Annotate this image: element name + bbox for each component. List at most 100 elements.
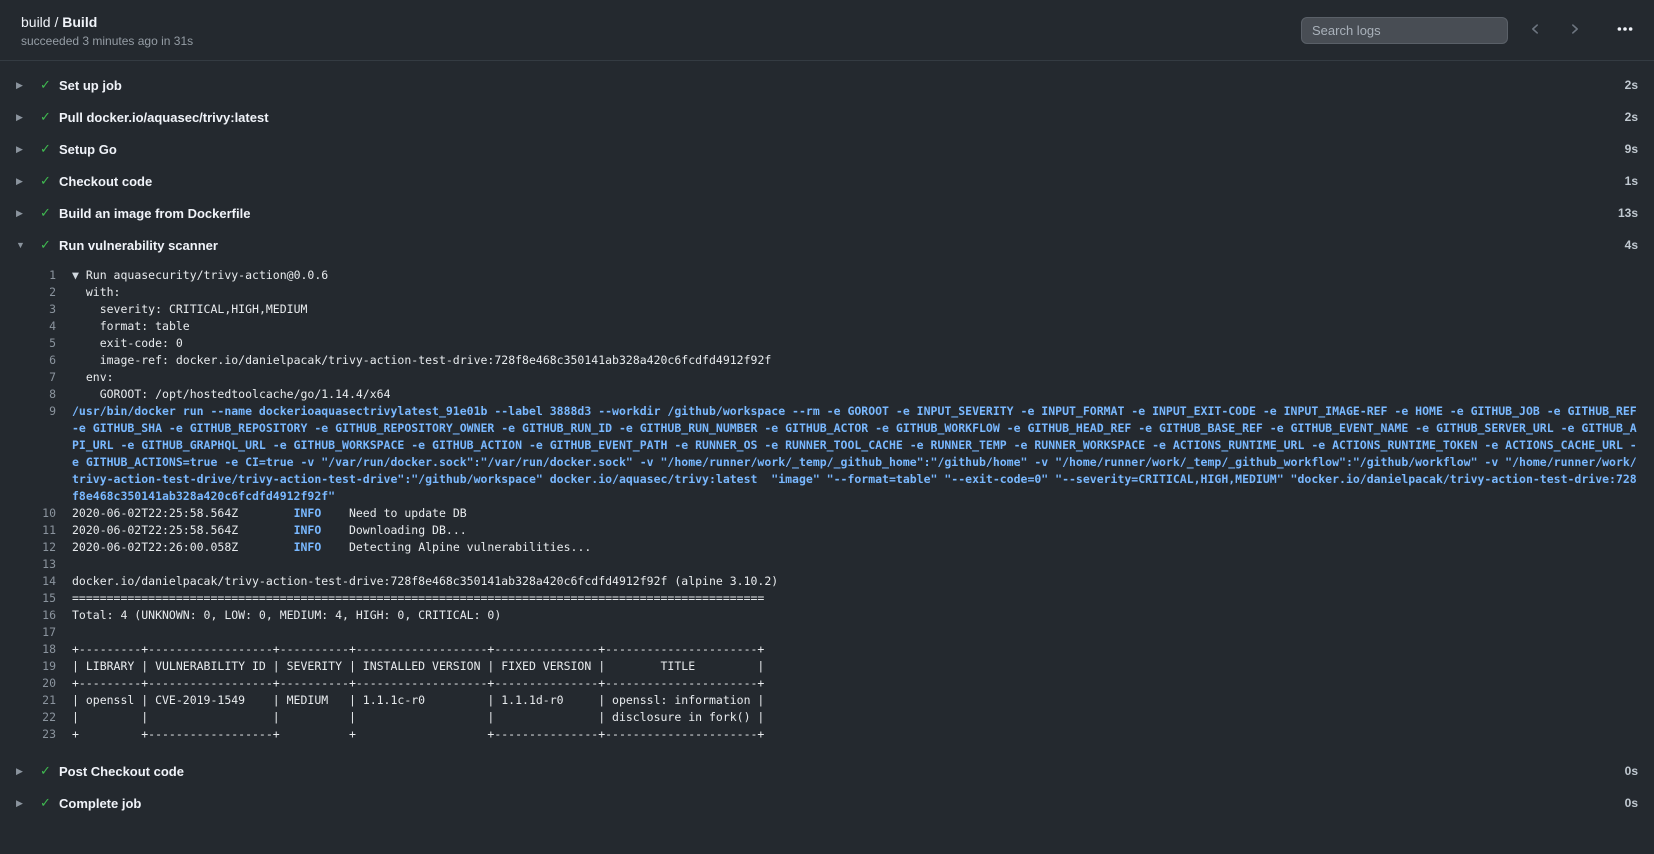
breadcrumb: build / Build (21, 13, 1301, 31)
chevron-right-icon[interactable]: ▶ (16, 208, 40, 219)
step-duration: 13s (1617, 206, 1638, 220)
log-line-text: exit-code: 0 (56, 335, 1654, 352)
log-line-number[interactable]: 5 (0, 335, 56, 352)
step-name[interactable]: Set up job (58, 78, 122, 93)
log-line-number[interactable]: 3 (0, 301, 56, 318)
log-line-number[interactable]: 6 (0, 352, 56, 369)
log-line-number[interactable]: 9 (0, 403, 56, 505)
step-row[interactable]: ▶ ✓ Set up job 2s (0, 69, 1654, 101)
success-check-icon: ✓ (40, 141, 51, 156)
log-line-text: with: (56, 284, 1654, 301)
steps-list: ▶ ✓ Set up job 2s ▶ ✓ Pull docker.io/aquasec/t… (0, 61, 1654, 819)
log-line: 12 2020-06-02T22:26:00.058Z INFO Detectin… (0, 539, 1654, 556)
log-line: 5 exit-code: 0 (0, 335, 1654, 352)
log-text: +---------+------------------+----------… (72, 642, 765, 656)
log-line: 4 format: table (0, 318, 1654, 335)
log-line-number[interactable]: 14 (0, 573, 56, 590)
log-text: Need to update DB (321, 506, 467, 520)
log-line: 1 ▼ Run aquasecurity/trivy-action@0.0.6 (0, 267, 1654, 284)
log-line-number[interactable]: 19 (0, 658, 56, 675)
log-line-number[interactable]: 7 (0, 369, 56, 386)
step-row[interactable]: ▼ ✓ Run vulnerability scanner 4s (0, 229, 1654, 261)
step-name[interactable]: Post Checkout code (58, 764, 184, 779)
log-line-text: ▼ Run aquasecurity/trivy-action@0.0.6 (56, 267, 1654, 284)
log-settings-button[interactable] (1612, 17, 1638, 43)
chevron-right-icon[interactable]: ▶ (16, 766, 40, 777)
step-name[interactable]: Pull docker.io/aquasec/trivy:latest (58, 110, 269, 125)
step-row[interactable]: ▶ ✓ Complete job 0s (0, 787, 1654, 819)
log-text: +---------+------------------+----------… (72, 676, 765, 690)
log-line-number[interactable]: 8 (0, 386, 56, 403)
log-text: | openssl | CVE-2019-1549 | MEDIUM | 1.1… (72, 693, 765, 707)
step-row[interactable]: ▶ ✓ Post Checkout code 0s (0, 755, 1654, 787)
breadcrumb-workflow: build (21, 13, 51, 30)
log-line-number[interactable]: 15 (0, 590, 56, 607)
log-text: ========================================… (72, 591, 765, 605)
chevron-left-icon (1528, 22, 1542, 39)
success-check-icon: ✓ (40, 205, 51, 220)
success-check-icon: ✓ (40, 237, 51, 252)
log-text: | LIBRARY | VULNERABILITY ID | SEVERITY … (72, 659, 765, 673)
chevron-right-icon[interactable]: ▶ (16, 144, 40, 155)
search-input[interactable] (1301, 16, 1508, 44)
log-line-number[interactable]: 17 (0, 624, 56, 641)
log-line-number[interactable]: 11 (0, 522, 56, 539)
log-command-text: /usr/bin/docker run --name dockerioaquas… (72, 404, 1644, 503)
step-duration: 9s (1624, 142, 1638, 156)
chevron-right-icon[interactable]: ▶ (16, 80, 40, 91)
log-line: 2 with: (0, 284, 1654, 301)
success-check-icon: ✓ (40, 795, 51, 810)
step-row[interactable]: ▶ ✓ Pull docker.io/aquasec/trivy:latest 2s (0, 101, 1654, 133)
log-line: 6 image-ref: docker.io/danielpacak/trivy… (0, 352, 1654, 369)
log-line-number[interactable]: 20 (0, 675, 56, 692)
log-line-text (56, 556, 1654, 573)
step-duration: 0s (1624, 764, 1638, 778)
step-duration: 2s (1624, 78, 1638, 92)
log-line-number[interactable]: 13 (0, 556, 56, 573)
chevron-right-icon[interactable]: ▶ (16, 176, 40, 187)
log-line-number[interactable]: 2 (0, 284, 56, 301)
log-line: 22 | | | | | | disclosure in fork() | (0, 709, 1654, 726)
log-text: docker.io/danielpacak/trivy-action-test-… (72, 574, 779, 588)
log-line-text: docker.io/danielpacak/trivy-action-test-… (56, 573, 1654, 590)
step-name[interactable]: Checkout code (58, 174, 152, 189)
log-line-number[interactable]: 16 (0, 607, 56, 624)
chevron-right-icon[interactable]: ▶ (16, 112, 40, 123)
log-text: Total: 4 (UNKNOWN: 0, LOW: 0, MEDIUM: 4,… (72, 608, 502, 622)
log-line-text: severity: CRITICAL,HIGH,MEDIUM (56, 301, 1654, 318)
chevron-down-icon[interactable]: ▼ (16, 240, 40, 250)
step-log: 1 ▼ Run aquasecurity/trivy-action@0.0.6 2 … (0, 261, 1654, 755)
step-name[interactable]: Run vulnerability scanner (58, 238, 218, 253)
log-line-number[interactable]: 18 (0, 641, 56, 658)
log-text: image-ref: docker.io/danielpacak/trivy-a… (72, 353, 772, 367)
step-name[interactable]: Setup Go (58, 142, 117, 157)
step-row[interactable]: ▶ ✓ Setup Go 9s (0, 133, 1654, 165)
log-line-text: | openssl | CVE-2019-1549 | MEDIUM | 1.1… (56, 692, 1654, 709)
log-text: severity: CRITICAL,HIGH,MEDIUM (72, 302, 308, 316)
log-line-number[interactable]: 1 (0, 267, 56, 284)
log-line-number[interactable]: 23 (0, 726, 56, 743)
log-line: 9/usr/bin/docker run --name dockerioaqua… (0, 403, 1654, 505)
log-line: 10 2020-06-02T22:25:58.564Z INFO Need to … (0, 505, 1654, 522)
log-line-number[interactable]: 10 (0, 505, 56, 522)
step-name[interactable]: Build an image from Dockerfile (58, 206, 250, 221)
success-check-icon: ✓ (40, 77, 51, 92)
breadcrumb-separator: / (50, 13, 63, 30)
log-line-number[interactable]: 4 (0, 318, 56, 335)
log-info-badge: INFO (293, 540, 322, 554)
log-line-number[interactable]: 21 (0, 692, 56, 709)
log-line-text: +---------+------------------+----------… (56, 641, 1654, 658)
job-status-line: succeeded 3 minutes ago in 31s (21, 33, 194, 48)
search-prev-button[interactable] (1522, 17, 1548, 43)
step-duration: 1s (1624, 174, 1638, 188)
chevron-right-icon[interactable]: ▶ (16, 798, 40, 809)
step-row[interactable]: ▶ ✓ Checkout code 1s (0, 165, 1654, 197)
log-line: 23 + +------------------+ + +------------… (0, 726, 1654, 743)
log-line-number[interactable]: 22 (0, 709, 56, 726)
log-line-number[interactable]: 12 (0, 539, 56, 556)
log-text: Run aquasecurity/trivy-action@0.0.6 (85, 268, 329, 282)
step-row[interactable]: ▶ ✓ Build an image from Dockerfile 13s (0, 197, 1654, 229)
search-next-button[interactable] (1562, 17, 1588, 43)
log-line-text (56, 624, 1654, 641)
step-name[interactable]: Complete job (58, 796, 141, 811)
